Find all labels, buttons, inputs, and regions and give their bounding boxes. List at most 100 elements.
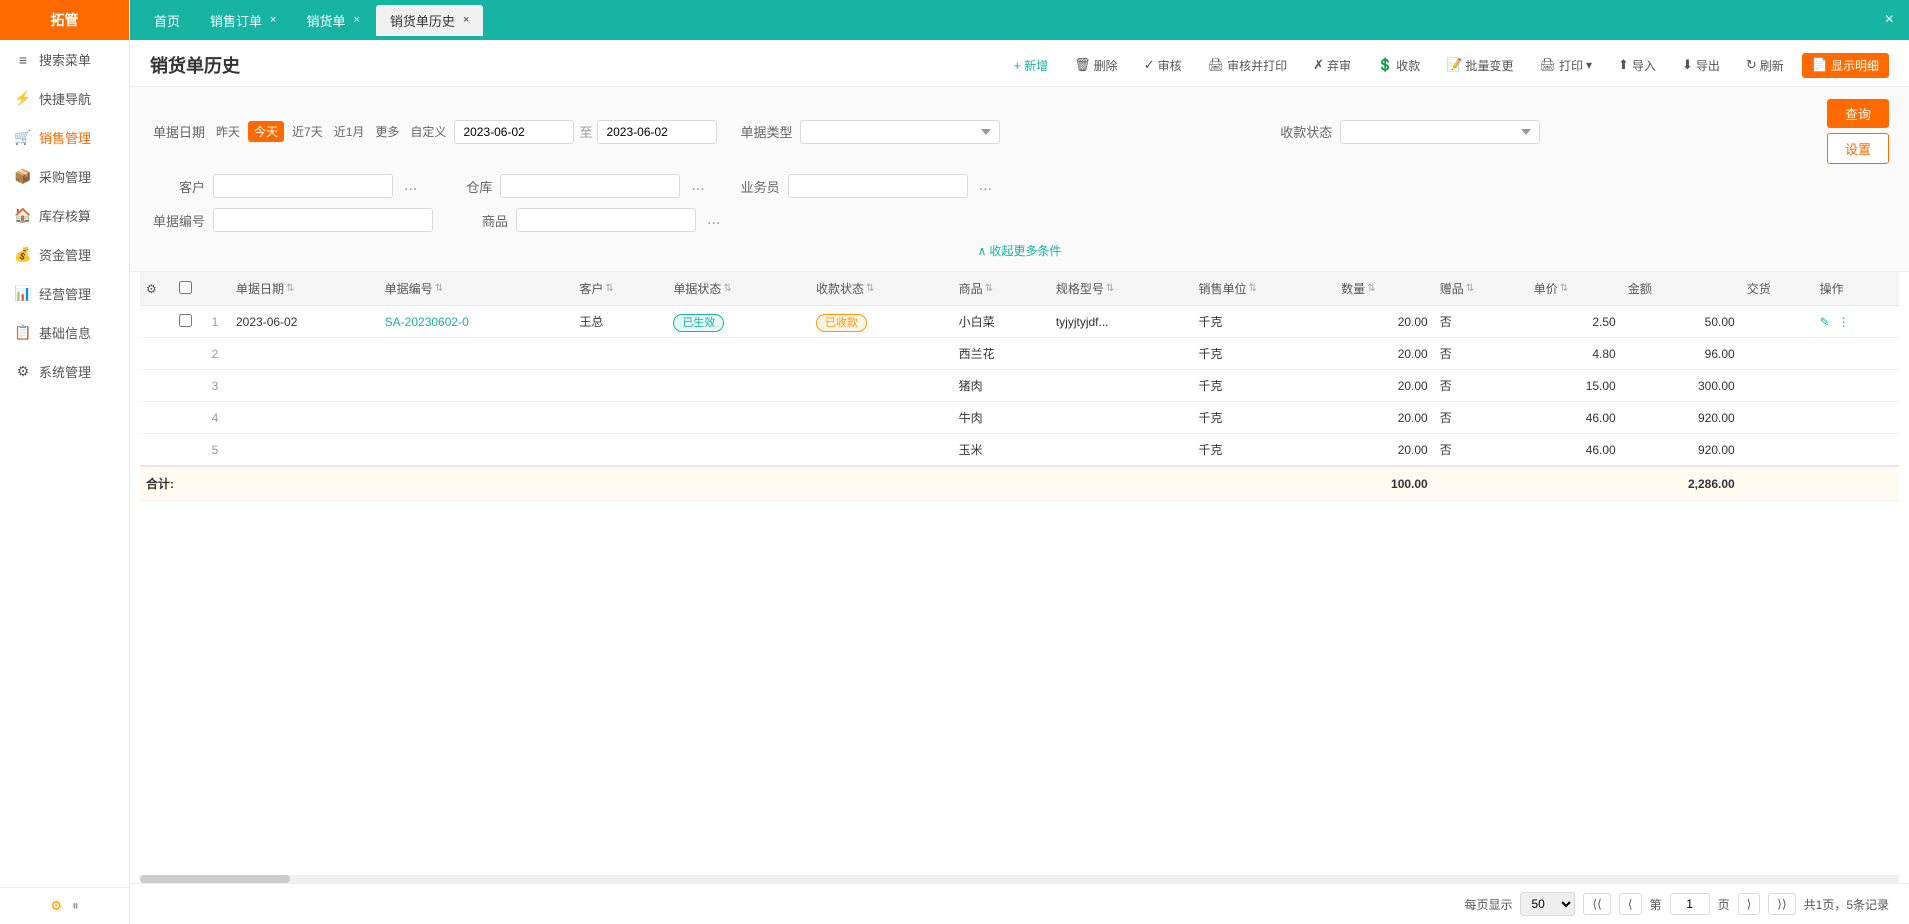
sidebar-item-purchase[interactable]: 📦 采购管理	[0, 157, 129, 196]
th-price[interactable]: 单价⇅	[1528, 272, 1622, 306]
cell-doc-num[interactable]	[379, 402, 574, 434]
tab-sales-order[interactable]: 销售订单 ×	[196, 5, 290, 36]
shortcut-today[interactable]: 今天	[248, 121, 284, 142]
th-doc-num[interactable]: 单据编号⇅	[379, 272, 574, 306]
basic-icon: 📋	[15, 325, 31, 341]
sidebar-item-inventory[interactable]: 🏠 库存核算	[0, 196, 129, 235]
th-gift[interactable]: 赠品⇅	[1434, 272, 1528, 306]
batch-change-button[interactable]: 📝 批量变更	[1438, 53, 1521, 78]
collection-status-select[interactable]	[1340, 120, 1540, 144]
cell-checkbox[interactable]	[170, 338, 200, 370]
more-action[interactable]: ⋮	[1838, 315, 1850, 329]
th-collect-status[interactable]: 收款状态⇅	[810, 272, 953, 306]
warehouse-input[interactable]	[500, 174, 680, 198]
page-next-button[interactable]: ⟩	[1738, 893, 1761, 915]
goods-input[interactable]	[516, 208, 696, 232]
select-all-checkbox[interactable]	[179, 281, 192, 294]
sidebar-item-quicknav[interactable]: ⚡ 快捷导航	[0, 79, 129, 118]
pause-icon[interactable]: ⏸	[72, 898, 79, 914]
shortcut-1month[interactable]: 近1月	[331, 121, 368, 142]
sidebar-item-finance[interactable]: 💰 资金管理	[0, 235, 129, 274]
cell-doc-num[interactable]	[379, 370, 574, 402]
cell-doc-num[interactable]	[379, 338, 574, 370]
set-button[interactable]: 设置	[1827, 133, 1889, 164]
audit-icon: ✓	[1144, 57, 1155, 73]
shortcut-yesterday[interactable]: 昨天	[213, 121, 243, 142]
refresh-button[interactable]: ↻ 刷新	[1738, 53, 1792, 78]
th-qty[interactable]: 数量⇅	[1335, 272, 1434, 306]
shortcut-custom[interactable]: 自定义	[407, 121, 449, 142]
sidebar-item-sales[interactable]: 🛒 销售管理	[0, 118, 129, 157]
shortcut-more[interactable]: 更多	[372, 121, 402, 142]
cell-checkbox[interactable]	[170, 306, 200, 338]
query-button[interactable]: 查询	[1827, 99, 1889, 128]
settings-gear-icon[interactable]: ⚙	[146, 282, 157, 296]
import-button[interactable]: ⬆ 导入	[1610, 53, 1664, 78]
export-button[interactable]: ⬇ 导出	[1674, 53, 1728, 78]
customer-input[interactable]	[213, 174, 393, 198]
purchase-icon: 📦	[15, 169, 31, 185]
cell-checkbox[interactable]	[170, 370, 200, 402]
page-size-select[interactable]: 50 20 100	[1520, 892, 1575, 916]
th-unit[interactable]: 销售单位⇅	[1192, 272, 1335, 306]
goods-dots[interactable]: ...	[707, 211, 720, 229]
data-table: ⚙ 单据日期⇅ 单据编号⇅ 客户⇅	[140, 272, 1899, 501]
goods-filter: 商品 ...	[453, 208, 720, 232]
audit-print-button[interactable]: 🖨 审核并打印	[1200, 53, 1296, 78]
nav-close-button[interactable]: ×	[1880, 11, 1899, 29]
salesperson-input[interactable]	[788, 174, 968, 198]
cell-doc-num[interactable]: SA-20230602-0	[379, 306, 574, 338]
sidebar-item-basic[interactable]: 📋 基础信息	[0, 313, 129, 352]
settings-bottom-icon[interactable]: ⚙	[50, 898, 62, 914]
row-checkbox[interactable]	[179, 314, 192, 327]
tab-sales-history-close[interactable]: ×	[463, 14, 469, 26]
th-settings[interactable]: ⚙	[140, 272, 170, 306]
th-checkbox[interactable]	[170, 272, 200, 306]
cell-collect-status	[810, 402, 953, 434]
scrollbar-thumb[interactable]	[140, 875, 290, 883]
show-detail-button[interactable]: 📄 显示明细	[1802, 53, 1889, 78]
cell-checkbox[interactable]	[170, 402, 200, 434]
collect-label: 收款	[1396, 57, 1420, 74]
sidebar-item-search[interactable]: ≡ 搜索菜单	[0, 40, 129, 79]
cell-checkbox[interactable]	[170, 434, 200, 467]
page-number-input[interactable]	[1670, 893, 1710, 915]
th-doc-date[interactable]: 单据日期⇅	[230, 272, 379, 306]
page-last-button[interactable]: ⟩⟩	[1768, 893, 1795, 915]
audit-button[interactable]: ✓ 审核	[1136, 53, 1190, 78]
th-doc-status[interactable]: 单据状态⇅	[667, 272, 810, 306]
tab-home[interactable]: 首页	[140, 5, 194, 36]
new-button[interactable]: + 新增	[1006, 53, 1057, 78]
tab-sales-order-close[interactable]: ×	[270, 14, 276, 26]
tab-sales-history[interactable]: 销货单历史 ×	[376, 5, 483, 36]
th-customer[interactable]: 客户⇅	[573, 272, 667, 306]
horizontal-scrollbar[interactable]	[140, 875, 1899, 883]
batch-change-icon: 📝	[1446, 57, 1462, 73]
th-spec[interactable]: 规格型号⇅	[1050, 272, 1193, 306]
warehouse-dots[interactable]: ...	[691, 177, 704, 195]
collapse-label: 收起更多条件	[989, 242, 1061, 259]
date-to-input[interactable]	[597, 120, 717, 144]
sidebar-item-operation[interactable]: 📊 经营管理	[0, 274, 129, 313]
tab-sales-goods-close[interactable]: ×	[353, 14, 359, 26]
delete-button[interactable]: 🗑 删除	[1066, 53, 1126, 78]
edit-action[interactable]: ✎	[1820, 315, 1830, 329]
tab-sales-goods[interactable]: 销货单 ×	[292, 5, 373, 36]
customer-dots[interactable]: ...	[404, 177, 417, 195]
print-button[interactable]: 🖨 打印 ▾	[1531, 53, 1600, 78]
cell-doc-num[interactable]	[379, 434, 574, 467]
shortcut-7days[interactable]: 近7天	[289, 121, 326, 142]
doc-type-select[interactable]	[800, 120, 1000, 144]
th-goods[interactable]: 商品⇅	[953, 272, 1050, 306]
abandon-button[interactable]: ✗ 弃审	[1305, 53, 1359, 78]
sidebar-item-system[interactable]: ⚙ 系统管理	[0, 352, 129, 391]
doc-num-input[interactable]	[213, 208, 433, 232]
export-icon: ⬇	[1682, 57, 1693, 73]
collapse-button[interactable]: ∧ 收起更多条件	[978, 242, 1062, 259]
collect-button[interactable]: 💲 收款	[1369, 53, 1428, 78]
page-first-button[interactable]: ⟨⟨	[1583, 893, 1610, 915]
date-from-input[interactable]	[454, 120, 574, 144]
page-prev-button[interactable]: ⟨	[1619, 893, 1642, 915]
salesperson-dots[interactable]: ...	[979, 177, 992, 195]
doc-type-filter: 单据类型	[737, 120, 1257, 144]
